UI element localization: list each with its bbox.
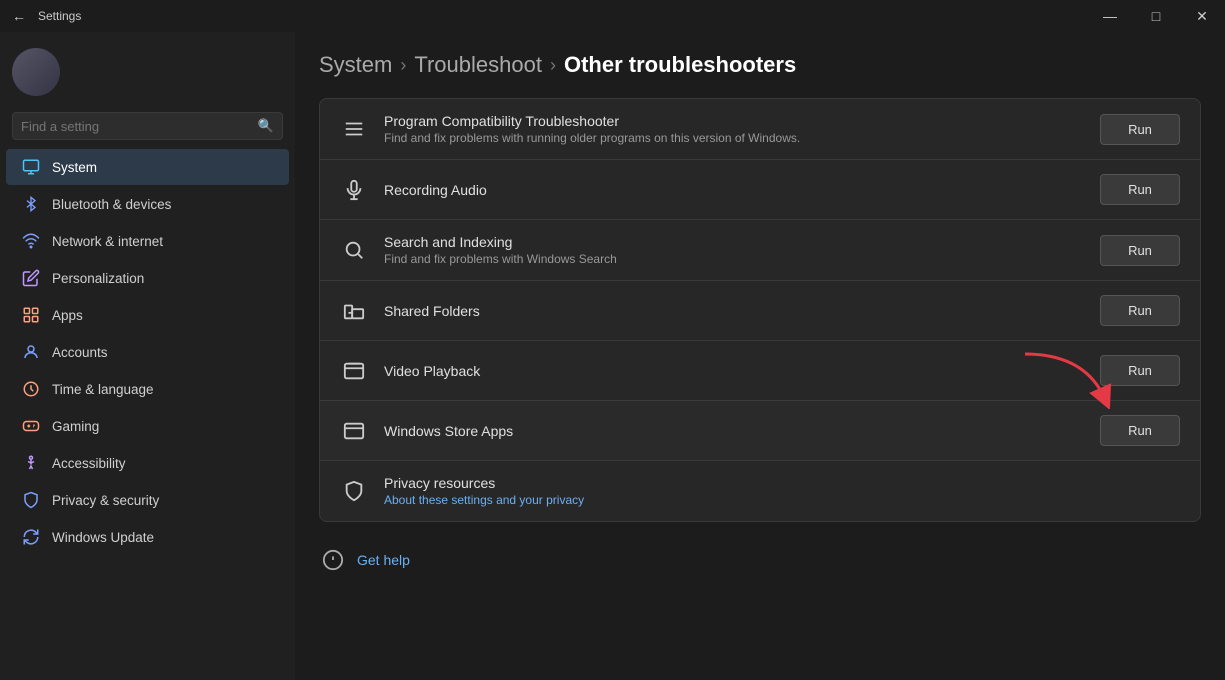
personalization-icon bbox=[22, 269, 40, 287]
sidebar-item-label-time: Time & language bbox=[52, 382, 154, 397]
table-row: Recording Audio Run bbox=[320, 160, 1200, 220]
video-playback-icon bbox=[340, 357, 368, 385]
maximize-button[interactable]: □ bbox=[1133, 0, 1179, 32]
table-row: Shared Folders Run bbox=[320, 281, 1200, 341]
titlebar-title: Settings bbox=[38, 9, 81, 23]
search-indexing-icon bbox=[340, 236, 368, 264]
sidebar: 🔍 System Bluetooth & devices Network bbox=[0, 32, 295, 680]
privacy-resources-item: Privacy resources About these settings a… bbox=[320, 461, 1200, 521]
windows-store-icon bbox=[340, 417, 368, 445]
breadcrumb: System › Troubleshoot › Other troublesho… bbox=[319, 32, 1201, 98]
breadcrumb-current: Other troubleshooters bbox=[564, 52, 796, 78]
network-icon bbox=[22, 232, 40, 250]
breadcrumb-troubleshoot[interactable]: Troubleshoot bbox=[414, 52, 542, 78]
titlebar: ← Settings — □ ✕ bbox=[0, 0, 1225, 32]
shared-folders-text: Shared Folders bbox=[384, 303, 1084, 319]
sidebar-item-label-bluetooth: Bluetooth & devices bbox=[52, 197, 171, 212]
program-compat-run-button[interactable]: Run bbox=[1100, 114, 1180, 145]
minimize-button[interactable]: — bbox=[1087, 0, 1133, 32]
privacy-resources-text: Privacy resources About these settings a… bbox=[384, 475, 1180, 507]
bluetooth-icon bbox=[22, 195, 40, 213]
sidebar-item-label-apps: Apps bbox=[52, 308, 83, 323]
get-help-link[interactable]: Get help bbox=[357, 552, 410, 568]
main-layout: 🔍 System Bluetooth & devices Network bbox=[0, 32, 1225, 680]
get-help-section: Get help bbox=[319, 542, 1201, 578]
sidebar-item-label-gaming: Gaming bbox=[52, 419, 99, 434]
recording-audio-icon bbox=[340, 176, 368, 204]
privacy-icon bbox=[22, 491, 40, 509]
get-help-icon bbox=[319, 546, 347, 574]
search-box[interactable]: 🔍 bbox=[12, 112, 283, 140]
sidebar-item-label-update: Windows Update bbox=[52, 530, 154, 545]
sidebar-item-network[interactable]: Network & internet bbox=[6, 223, 289, 259]
sidebar-item-system[interactable]: System bbox=[6, 149, 289, 185]
sidebar-item-update[interactable]: Windows Update bbox=[6, 519, 289, 555]
table-row: Video Playback Run bbox=[320, 341, 1200, 401]
accessibility-icon bbox=[22, 454, 40, 472]
search-input[interactable] bbox=[21, 119, 252, 134]
sidebar-item-label-system: System bbox=[52, 160, 97, 175]
privacy-resources-title: Privacy resources bbox=[384, 475, 1180, 491]
back-icon[interactable]: ← bbox=[12, 8, 26, 24]
gaming-icon bbox=[22, 417, 40, 435]
sidebar-item-accessibility[interactable]: Accessibility bbox=[6, 445, 289, 481]
windows-store-text: Windows Store Apps bbox=[384, 423, 1084, 439]
recording-audio-run-button[interactable]: Run bbox=[1100, 174, 1180, 205]
troubleshooter-list: Program Compatibility Troubleshooter Fin… bbox=[319, 98, 1201, 522]
search-icon: 🔍 bbox=[258, 118, 274, 134]
search-indexing-desc: Find and fix problems with Windows Searc… bbox=[384, 252, 1084, 266]
search-indexing-text: Search and Indexing Find and fix problem… bbox=[384, 234, 1084, 266]
apps-icon bbox=[22, 306, 40, 324]
privacy-resources-link[interactable]: About these settings and your privacy bbox=[384, 493, 1180, 507]
sidebar-item-label-personalization: Personalization bbox=[52, 271, 144, 286]
content-area: System › Troubleshoot › Other troublesho… bbox=[295, 32, 1225, 680]
sidebar-item-accounts[interactable]: Accounts bbox=[6, 334, 289, 370]
video-playback-run-button[interactable]: Run bbox=[1100, 355, 1180, 386]
table-row: Program Compatibility Troubleshooter Fin… bbox=[320, 99, 1200, 160]
sidebar-item-privacy[interactable]: Privacy & security bbox=[6, 482, 289, 518]
recording-audio-title: Recording Audio bbox=[384, 182, 1084, 198]
nav-list: System Bluetooth & devices Network & int… bbox=[0, 148, 295, 556]
user-section bbox=[0, 32, 295, 108]
sidebar-item-label-privacy: Privacy & security bbox=[52, 493, 159, 508]
sidebar-item-time[interactable]: Time & language bbox=[6, 371, 289, 407]
windows-store-title: Windows Store Apps bbox=[384, 423, 1084, 439]
sidebar-item-gaming[interactable]: Gaming bbox=[6, 408, 289, 444]
sidebar-item-label-accounts: Accounts bbox=[52, 345, 108, 360]
table-row: Windows Store Apps Run bbox=[320, 401, 1200, 461]
program-compat-desc: Find and fix problems with running older… bbox=[384, 131, 1084, 145]
time-icon bbox=[22, 380, 40, 398]
program-compat-icon bbox=[340, 115, 368, 143]
shared-folders-title: Shared Folders bbox=[384, 303, 1084, 319]
sidebar-item-label-accessibility: Accessibility bbox=[52, 456, 126, 471]
program-compat-text: Program Compatibility Troubleshooter Fin… bbox=[384, 113, 1084, 145]
titlebar-controls: — □ ✕ bbox=[1087, 0, 1225, 32]
shared-folders-icon bbox=[340, 297, 368, 325]
sidebar-item-bluetooth[interactable]: Bluetooth & devices bbox=[6, 186, 289, 222]
program-compat-title: Program Compatibility Troubleshooter bbox=[384, 113, 1084, 129]
table-row: Search and Indexing Find and fix problem… bbox=[320, 220, 1200, 281]
sidebar-item-label-network: Network & internet bbox=[52, 234, 163, 249]
search-indexing-run-button[interactable]: Run bbox=[1100, 235, 1180, 266]
sidebar-item-apps[interactable]: Apps bbox=[6, 297, 289, 333]
breadcrumb-sep-2: › bbox=[550, 55, 556, 76]
video-playback-title: Video Playback bbox=[384, 363, 1084, 379]
breadcrumb-system[interactable]: System bbox=[319, 52, 392, 78]
avatar bbox=[12, 48, 60, 96]
shared-folders-run-button[interactable]: Run bbox=[1100, 295, 1180, 326]
privacy-resources-icon bbox=[340, 477, 368, 505]
video-playback-text: Video Playback bbox=[384, 363, 1084, 379]
recording-audio-text: Recording Audio bbox=[384, 182, 1084, 198]
system-icon bbox=[22, 158, 40, 176]
search-indexing-title: Search and Indexing bbox=[384, 234, 1084, 250]
titlebar-left: ← Settings bbox=[12, 8, 81, 24]
close-button[interactable]: ✕ bbox=[1179, 0, 1225, 32]
update-icon bbox=[22, 528, 40, 546]
sidebar-item-personalization[interactable]: Personalization bbox=[6, 260, 289, 296]
breadcrumb-sep-1: › bbox=[400, 55, 406, 76]
windows-store-run-button[interactable]: Run bbox=[1100, 415, 1180, 446]
accounts-icon bbox=[22, 343, 40, 361]
